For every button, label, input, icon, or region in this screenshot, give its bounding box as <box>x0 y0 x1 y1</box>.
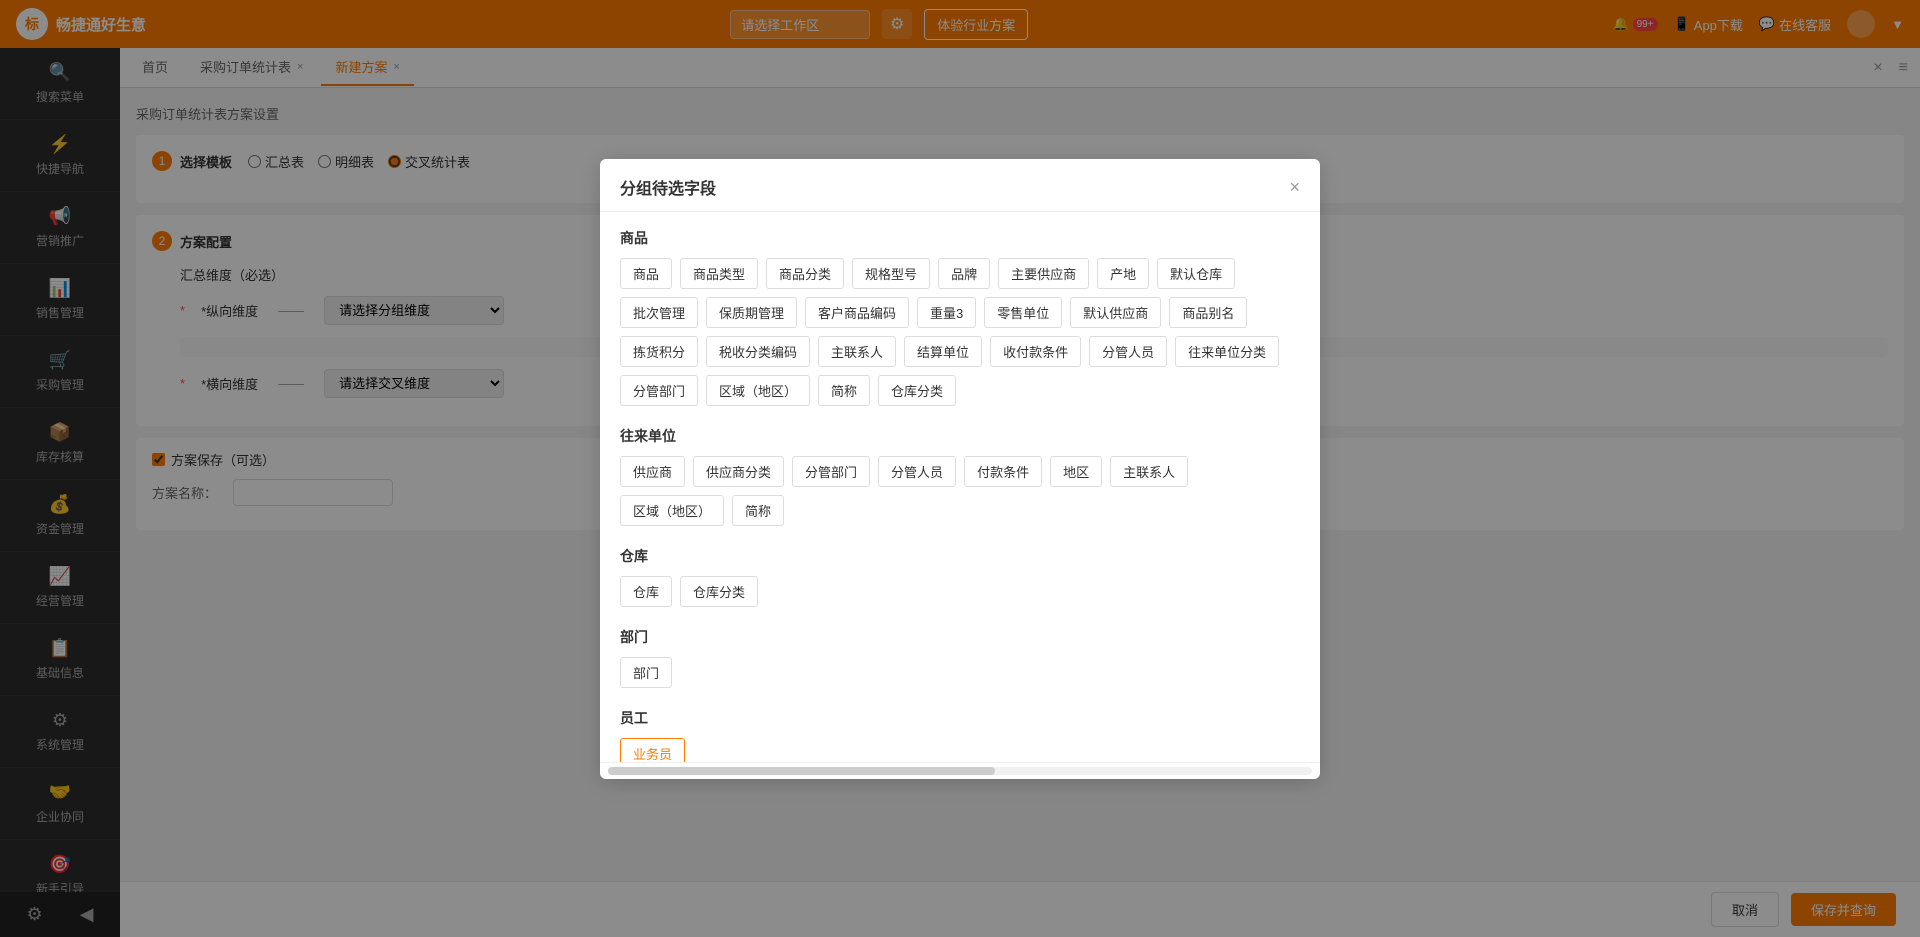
hscroll-thumb[interactable] <box>608 767 995 775</box>
field-tag[interactable]: 商品 <box>620 258 672 289</box>
modal-title: 分组待选字段 <box>620 175 716 199</box>
field-tag[interactable]: 默认供应商 <box>1070 297 1161 328</box>
field-tag[interactable]: 分管人员 <box>878 456 956 487</box>
field-tag[interactable]: 付款条件 <box>964 456 1042 487</box>
partner-fields: 供应商 供应商分类 分管部门 分管人员 付款条件 地区 主联系人 区域（地区） … <box>620 456 1300 526</box>
modal-close-button[interactable]: × <box>1289 178 1300 196</box>
field-tag[interactable]: 规格型号 <box>852 258 930 289</box>
modal-hscroll <box>600 762 1320 779</box>
field-tag[interactable]: 仓库 <box>620 576 672 607</box>
field-tag[interactable]: 区域（地区） <box>706 375 810 406</box>
field-tag[interactable]: 供应商分类 <box>693 456 784 487</box>
warehouse-section-title: 仓库 <box>620 546 1300 566</box>
field-tag[interactable]: 供应商 <box>620 456 685 487</box>
field-tag[interactable]: 零售单位 <box>984 297 1062 328</box>
field-tag[interactable]: 主要供应商 <box>998 258 1089 289</box>
field-tag[interactable]: 默认仓库 <box>1157 258 1235 289</box>
partner-section: 往来单位 供应商 供应商分类 分管部门 分管人员 付款条件 地区 主联系人 区域… <box>620 426 1300 526</box>
field-tag[interactable]: 仓库分类 <box>878 375 956 406</box>
field-tag[interactable]: 仓库分类 <box>680 576 758 607</box>
field-tag[interactable]: 分管人员 <box>1089 336 1167 367</box>
field-tag[interactable]: 保质期管理 <box>706 297 797 328</box>
modal-body: 商品 商品 商品类型 商品分类 规格型号 品牌 主要供应商 产地 默认仓库 批次… <box>600 212 1320 762</box>
field-tag[interactable]: 往来单位分类 <box>1175 336 1279 367</box>
hscroll-track[interactable] <box>608 767 1312 775</box>
field-tag[interactable]: 区域（地区） <box>620 495 724 526</box>
staff-fields: 业务员 <box>620 738 1300 762</box>
field-tag[interactable]: 分管部门 <box>792 456 870 487</box>
partner-section-title: 往来单位 <box>620 426 1300 446</box>
field-tag[interactable]: 商品分类 <box>766 258 844 289</box>
field-tag[interactable]: 拣货积分 <box>620 336 698 367</box>
field-tag[interactable]: 部门 <box>620 657 672 688</box>
goods-section: 商品 商品 商品类型 商品分类 规格型号 品牌 主要供应商 产地 默认仓库 批次… <box>620 228 1300 406</box>
modal-header: 分组待选字段 × <box>600 159 1320 212</box>
field-tag[interactable]: 收付款条件 <box>990 336 1081 367</box>
field-tag[interactable]: 地区 <box>1050 456 1102 487</box>
field-tag[interactable]: 简称 <box>818 375 870 406</box>
department-fields: 部门 <box>620 657 1300 688</box>
modal: 分组待选字段 × 商品 商品 商品类型 商品分类 规格型号 品牌 主要供应商 产… <box>600 159 1320 779</box>
warehouse-section: 仓库 仓库 仓库分类 <box>620 546 1300 607</box>
field-tag[interactable]: 结算单位 <box>904 336 982 367</box>
staff-section: 员工 业务员 <box>620 708 1300 762</box>
department-section: 部门 部门 <box>620 627 1300 688</box>
field-tag[interactable]: 商品类型 <box>680 258 758 289</box>
field-tag[interactable]: 主联系人 <box>818 336 896 367</box>
field-tag[interactable]: 商品别名 <box>1169 297 1247 328</box>
field-tag[interactable]: 重量3 <box>917 297 976 328</box>
field-tag-staff-member[interactable]: 业务员 <box>620 738 685 762</box>
field-tag[interactable]: 主联系人 <box>1110 456 1188 487</box>
warehouse-fields: 仓库 仓库分类 <box>620 576 1300 607</box>
staff-section-title: 员工 <box>620 708 1300 728</box>
goods-section-title: 商品 <box>620 228 1300 248</box>
field-tag[interactable]: 批次管理 <box>620 297 698 328</box>
field-tag[interactable]: 品牌 <box>938 258 990 289</box>
department-section-title: 部门 <box>620 627 1300 647</box>
field-tag[interactable]: 分管部门 <box>620 375 698 406</box>
modal-overlay[interactable]: 分组待选字段 × 商品 商品 商品类型 商品分类 规格型号 品牌 主要供应商 产… <box>0 0 1920 937</box>
goods-fields: 商品 商品类型 商品分类 规格型号 品牌 主要供应商 产地 默认仓库 批次管理 … <box>620 258 1300 406</box>
field-tag[interactable]: 税收分类编码 <box>706 336 810 367</box>
field-tag[interactable]: 简称 <box>732 495 784 526</box>
field-tag[interactable]: 产地 <box>1097 258 1149 289</box>
field-tag[interactable]: 客户商品编码 <box>805 297 909 328</box>
